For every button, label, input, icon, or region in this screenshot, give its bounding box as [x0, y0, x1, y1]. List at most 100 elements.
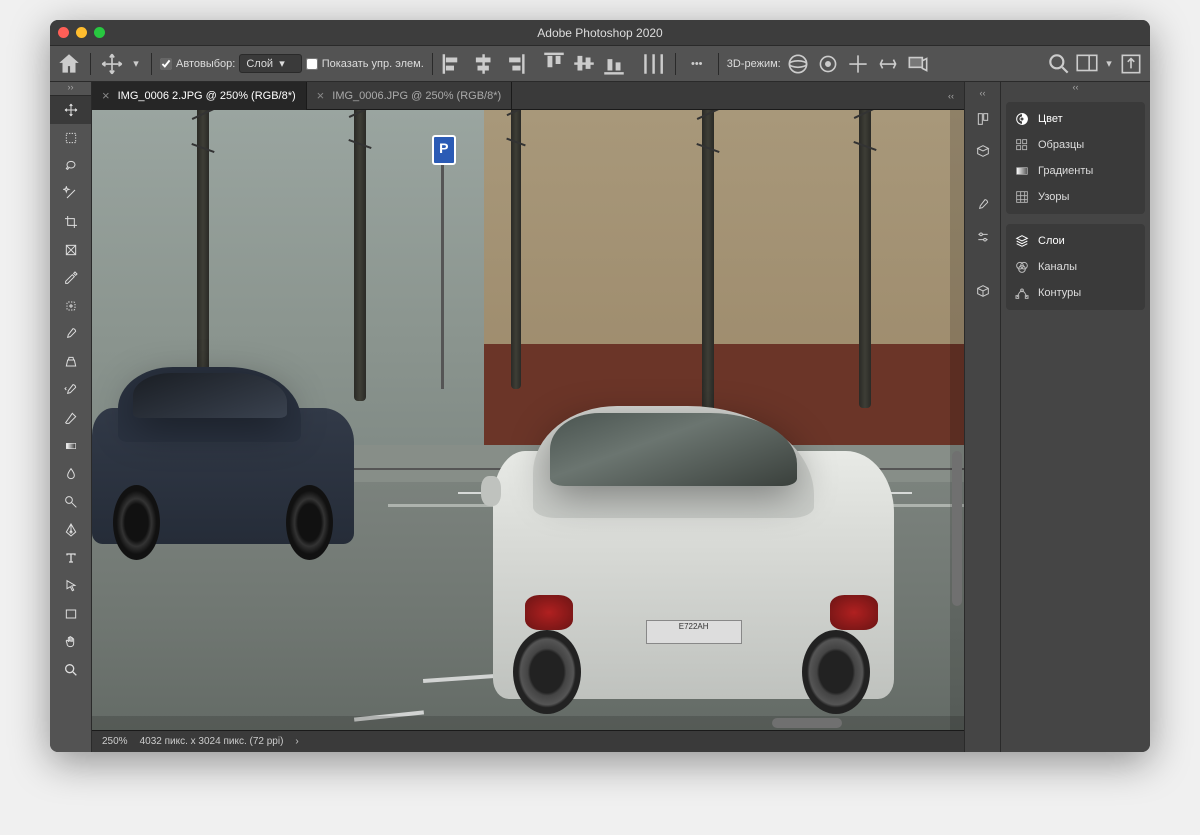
brush-tool[interactable]	[50, 320, 91, 348]
maximize-button[interactable]	[94, 27, 105, 38]
document-area: × IMG_0006 2.JPG @ 250% (RGB/8*) × IMG_0…	[92, 82, 964, 752]
tools-panel: ››	[50, 82, 92, 752]
move-tool[interactable]	[50, 96, 91, 124]
vertical-scrollbar[interactable]	[950, 110, 964, 730]
align-vcenter-icon[interactable]	[571, 51, 597, 77]
distribute-icon[interactable]	[641, 51, 667, 77]
panel-label: Цвет	[1038, 113, 1063, 125]
align-left-icon[interactable]	[441, 51, 467, 77]
search-icon[interactable]	[1046, 51, 1072, 77]
crop-tool[interactable]	[50, 208, 91, 236]
marquee-tool[interactable]	[50, 124, 91, 152]
document-tab-active[interactable]: × IMG_0006 2.JPG @ 250% (RGB/8*)	[92, 82, 307, 110]
paths-icon	[1014, 285, 1030, 301]
color-panel-group: Цвет Образцы Градиенты Узоры	[1006, 102, 1145, 214]
3d-orbit-icon[interactable]	[785, 51, 811, 77]
show-transform-checkbox[interactable]: Показать упр. элем.	[306, 58, 424, 70]
gradients-icon	[1014, 163, 1030, 179]
panels-expand-icon[interactable]: ‹‹	[1001, 82, 1150, 96]
horizontal-scrollbar[interactable]	[92, 716, 964, 730]
pen-tool[interactable]	[50, 516, 91, 544]
photo-content: E722AH	[92, 110, 964, 730]
auto-select-label: Автовыбор:	[176, 58, 235, 70]
gradients-panel[interactable]: Градиенты	[1006, 158, 1145, 184]
panel-icon-strip: ‹‹	[964, 82, 1000, 752]
layers-panel[interactable]: Слои	[1006, 228, 1145, 254]
minimize-button[interactable]	[76, 27, 87, 38]
align-hcenter-icon[interactable]	[471, 51, 497, 77]
patterns-panel[interactable]: Узоры	[1006, 184, 1145, 210]
type-tool[interactable]	[50, 544, 91, 572]
tabs-collapse-icon[interactable]: ‹‹	[944, 91, 958, 101]
magic-wand-tool[interactable]	[50, 180, 91, 208]
layer-group-select[interactable]: Слой ▾	[239, 54, 301, 73]
panel-label: Градиенты	[1038, 165, 1093, 177]
status-more-icon[interactable]: ›	[295, 736, 298, 747]
color-icon	[1014, 111, 1030, 127]
align-bottom-icon[interactable]	[601, 51, 627, 77]
history-brush-tool[interactable]	[50, 376, 91, 404]
tools-expand-icon[interactable]: ››	[50, 82, 91, 96]
patterns-icon	[1014, 189, 1030, 205]
frame-tool[interactable]	[50, 236, 91, 264]
color-panel[interactable]: Цвет	[1006, 106, 1145, 132]
close-tab-icon[interactable]: ×	[317, 88, 325, 103]
app-window: Adobe Photoshop 2020 ▾ Автовыбор: Слой ▾…	[50, 20, 1150, 752]
window-title: Adobe Photoshop 2020	[50, 26, 1150, 40]
dodge-tool[interactable]	[50, 488, 91, 516]
hand-tool[interactable]	[50, 628, 91, 656]
3d-slide-icon[interactable]	[875, 51, 901, 77]
share-icon[interactable]	[1118, 51, 1144, 77]
blur-tool[interactable]	[50, 460, 91, 488]
titlebar: Adobe Photoshop 2020	[50, 20, 1150, 46]
path-selection-tool[interactable]	[50, 572, 91, 600]
document-dimensions[interactable]: 4032 пикс. x 3024 пикс. (72 ppi)	[140, 736, 284, 747]
show-transform-input[interactable]	[306, 58, 318, 70]
healing-brush-tool[interactable]	[50, 292, 91, 320]
window-controls	[58, 27, 105, 38]
tool-preset-dropdown[interactable]: ▾	[129, 51, 143, 77]
panel-label: Каналы	[1038, 261, 1077, 273]
home-button[interactable]	[56, 51, 82, 77]
more-options-icon[interactable]: •••	[684, 51, 710, 77]
3d-zoom-icon[interactable]	[905, 51, 931, 77]
align-top-icon[interactable]	[541, 51, 567, 77]
gradient-tool[interactable]	[50, 432, 91, 460]
auto-select-input[interactable]	[160, 58, 172, 70]
auto-select-checkbox[interactable]: Автовыбор:	[160, 58, 235, 70]
lasso-tool[interactable]	[50, 152, 91, 180]
layers-panel-group: Слои Каналы Контуры	[1006, 224, 1145, 310]
clone-stamp-tool[interactable]	[50, 348, 91, 376]
zoom-level[interactable]: 250%	[102, 736, 128, 747]
adjustments-panel-icon[interactable]	[969, 222, 996, 252]
eraser-tool[interactable]	[50, 404, 91, 432]
rectangle-tool[interactable]	[50, 600, 91, 628]
eyedropper-tool[interactable]	[50, 264, 91, 292]
close-button[interactable]	[58, 27, 69, 38]
3d-panel-icon[interactable]	[969, 276, 996, 306]
paths-panel[interactable]: Контуры	[1006, 280, 1145, 306]
3d-roll-icon[interactable]	[815, 51, 841, 77]
zoom-tool[interactable]	[50, 656, 91, 684]
workspace-icon[interactable]	[1074, 51, 1100, 77]
document-tabs: × IMG_0006 2.JPG @ 250% (RGB/8*) × IMG_0…	[92, 82, 964, 110]
document-tab[interactable]: × IMG_0006.JPG @ 250% (RGB/8*)	[307, 82, 513, 110]
channels-icon	[1014, 259, 1030, 275]
move-tool-icon[interactable]	[99, 51, 125, 77]
3d-pan-icon[interactable]	[845, 51, 871, 77]
properties-panel-icon[interactable]	[969, 104, 996, 134]
panels-column: ‹‹ Цвет Образцы Градиенты Узоры	[1000, 82, 1150, 752]
document-tab-label: IMG_0006 2.JPG @ 250% (RGB/8*)	[118, 90, 296, 102]
swatches-panel[interactable]: Образцы	[1006, 132, 1145, 158]
panel-label: Слои	[1038, 235, 1065, 247]
align-right-icon[interactable]	[501, 51, 527, 77]
close-tab-icon[interactable]: ×	[102, 88, 110, 103]
layers-icon	[1014, 233, 1030, 249]
panel-label: Образцы	[1038, 139, 1084, 151]
brush-settings-panel-icon[interactable]	[969, 190, 996, 220]
workspace-dropdown[interactable]: ▾	[1102, 51, 1116, 77]
canvas-viewport[interactable]: E722AH	[92, 110, 964, 730]
libraries-panel-icon[interactable]	[969, 136, 996, 166]
channels-panel[interactable]: Каналы	[1006, 254, 1145, 280]
strip-expand-icon[interactable]: ‹‹	[965, 88, 1000, 102]
